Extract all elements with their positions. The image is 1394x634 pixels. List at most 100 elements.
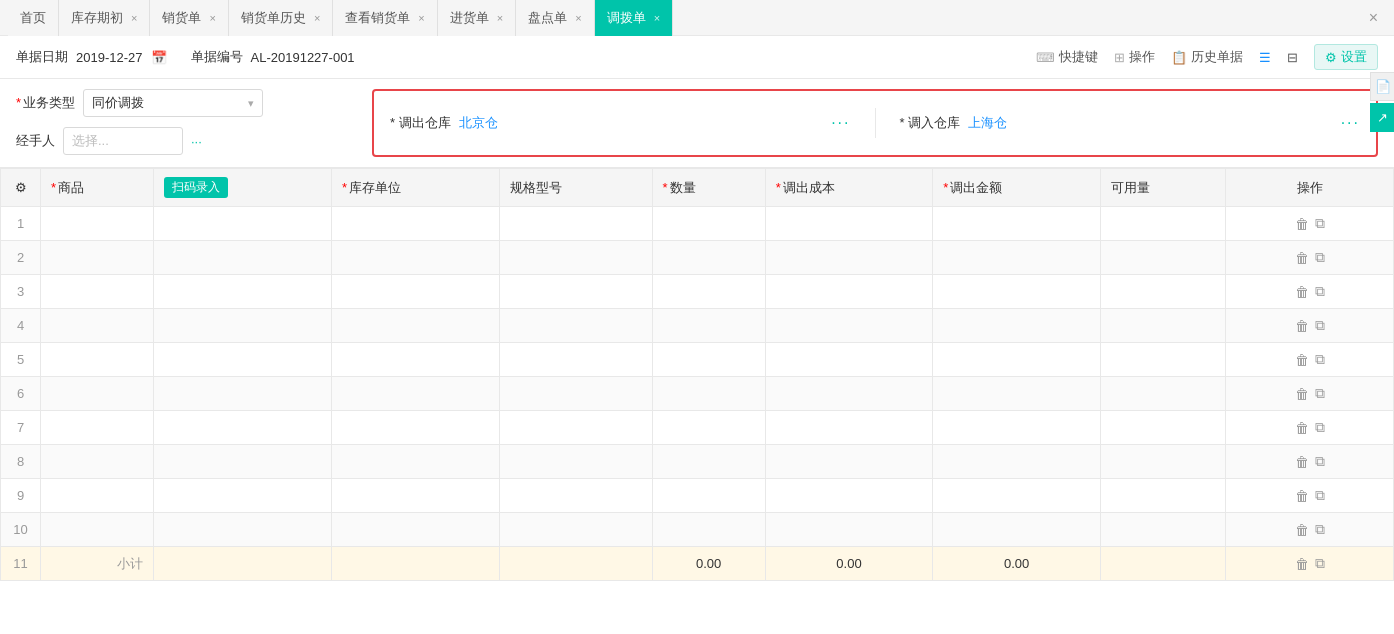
tab-purchase-order-close[interactable]: × (497, 12, 503, 24)
cell-scan-sub (154, 547, 332, 581)
out-warehouse-value[interactable]: 北京仓 (459, 114, 498, 132)
cell-action-2: 🗑 ⧉ (1226, 241, 1394, 275)
history-button[interactable]: 📋 历史单据 (1171, 48, 1243, 66)
delete-icon-10[interactable]: 🗑 (1295, 522, 1309, 538)
subtotal-label: 小计 (41, 547, 154, 581)
in-warehouse-more-icon[interactable]: ··· (1341, 114, 1360, 132)
cell-cost-4 (765, 309, 933, 343)
doc-date-label: 单据日期 (16, 48, 68, 66)
operations-button[interactable]: ⊞ 操作 (1114, 48, 1155, 66)
tab-bar: 首页 库存期初 × 销货单 × 销货单历史 × 查看销货单 × 进货单 × 盘点… (0, 0, 1394, 36)
row-num-9: 9 (1, 479, 41, 513)
delete-icon-7[interactable]: 🗑 (1295, 420, 1309, 436)
tab-transfer[interactable]: 调拨单 × (595, 0, 673, 36)
delete-icon-9[interactable]: 🗑 (1295, 488, 1309, 504)
delete-icon-3[interactable]: 🗑 (1295, 284, 1309, 300)
delete-icon-4[interactable]: 🗑 (1295, 318, 1309, 334)
cell-scan-2 (154, 241, 332, 275)
cell-spec-2 (499, 241, 652, 275)
copy-icon-sub[interactable]: ⧉ (1315, 555, 1325, 572)
delete-icon-1[interactable]: 🗑 (1295, 216, 1309, 232)
settings-button[interactable]: ⚙ 设置 (1314, 44, 1378, 70)
tab-view-sales[interactable]: 查看销货单 × (333, 0, 437, 36)
copy-icon-3[interactable]: ⧉ (1315, 283, 1325, 300)
in-warehouse-label: * 调入仓库 (900, 114, 961, 132)
cell-product-9[interactable] (41, 479, 154, 513)
cell-product-2[interactable] (41, 241, 154, 275)
tab-inventory-check-close[interactable]: × (575, 12, 581, 24)
cell-unit-6 (332, 377, 500, 411)
copy-icon-8[interactable]: ⧉ (1315, 453, 1325, 470)
col-gear[interactable]: ⚙ (1, 169, 41, 207)
in-warehouse-value[interactable]: 上海仓 (968, 114, 1007, 132)
warehouse-section: * 调出仓库 北京仓 ··· * 调入仓库 上海仓 ··· (372, 89, 1378, 157)
in-warehouse-field: * 调入仓库 上海仓 ··· (900, 114, 1361, 132)
copy-icon-5[interactable]: ⧉ (1315, 351, 1325, 368)
window-close-button[interactable]: × (1361, 9, 1386, 27)
delete-icon-6[interactable]: 🗑 (1295, 386, 1309, 402)
tab-inventory-check[interactable]: 盘点单 × (516, 0, 594, 36)
cell-available-3 (1100, 275, 1226, 309)
handler-input[interactable]: 选择... (63, 127, 183, 155)
doc-num-field: 单据编号 AL-20191227-001 (191, 48, 355, 66)
layout-toggle-1[interactable]: ☰ (1259, 50, 1271, 65)
tab-transfer-close[interactable]: × (654, 12, 660, 24)
cell-product-4[interactable] (41, 309, 154, 343)
tab-inventory-init-close[interactable]: × (131, 12, 137, 24)
cell-spec-1 (499, 207, 652, 241)
cell-product-10[interactable] (41, 513, 154, 547)
copy-icon-7[interactable]: ⧉ (1315, 419, 1325, 436)
scan-button[interactable]: 扫码录入 (164, 177, 228, 198)
tab-sales-order-close[interactable]: × (209, 12, 215, 24)
cell-scan-10 (154, 513, 332, 547)
cell-spec-7 (499, 411, 652, 445)
delete-icon-sub[interactable]: 🗑 (1295, 556, 1309, 572)
delete-icon-2[interactable]: 🗑 (1295, 250, 1309, 266)
layout-icon-2: ⊟ (1287, 50, 1298, 65)
cell-product-3[interactable] (41, 275, 154, 309)
copy-icon-6[interactable]: ⧉ (1315, 385, 1325, 402)
row-num-5: 5 (1, 343, 41, 377)
cell-spec-5 (499, 343, 652, 377)
copy-icon-2[interactable]: ⧉ (1315, 249, 1325, 266)
sidebar-doc-btn[interactable]: 📄 (1370, 72, 1394, 101)
cell-action-6: 🗑 ⧉ (1226, 377, 1394, 411)
cell-unit-5 (332, 343, 500, 377)
copy-icon-1[interactable]: ⧉ (1315, 215, 1325, 232)
handler-more-icon[interactable]: ··· (191, 134, 202, 149)
cell-cost-2 (765, 241, 933, 275)
warehouse-divider (875, 108, 876, 138)
delete-icon-5[interactable]: 🗑 (1295, 352, 1309, 368)
cell-qty-9 (652, 479, 765, 513)
cell-product-7[interactable] (41, 411, 154, 445)
table-container: ⚙ *商品 扫码录入 *库存单位 规格型号 *数量 *调出成本 *调出金额 可用… (0, 167, 1394, 634)
sidebar-expand-btn[interactable]: ↗ (1370, 103, 1394, 132)
cell-product-8[interactable] (41, 445, 154, 479)
tab-view-sales-close[interactable]: × (418, 12, 424, 24)
cell-product-5[interactable] (41, 343, 154, 377)
calendar-icon[interactable]: 📅 (151, 50, 167, 65)
tab-sales-order[interactable]: 销货单 × (150, 0, 228, 36)
cell-product-1[interactable] (41, 207, 154, 241)
copy-icon-10[interactable]: ⧉ (1315, 521, 1325, 538)
tab-inventory-init[interactable]: 库存期初 × (59, 0, 150, 36)
cell-scan-5 (154, 343, 332, 377)
tab-sales-history[interactable]: 销货单历史 × (229, 0, 333, 36)
biz-type-select[interactable]: 同价调拨 ▾ (83, 89, 263, 117)
chevron-down-icon: ▾ (248, 97, 254, 110)
cell-unit-9 (332, 479, 500, 513)
tab-sales-history-close[interactable]: × (314, 12, 320, 24)
layout-toggle-2[interactable]: ⊟ (1287, 50, 1298, 65)
tab-home[interactable]: 首页 (8, 0, 59, 36)
out-warehouse-more-icon[interactable]: ··· (831, 114, 850, 132)
tab-purchase-order[interactable]: 进货单 × (438, 0, 516, 36)
delete-icon-8[interactable]: 🗑 (1295, 454, 1309, 470)
gear-settings-icon: ⚙ (1325, 50, 1337, 65)
shortcuts-button[interactable]: ⌨ 快捷键 (1036, 48, 1098, 66)
copy-icon-4[interactable]: ⧉ (1315, 317, 1325, 334)
copy-icon-9[interactable]: ⧉ (1315, 487, 1325, 504)
doc-num-value: AL-20191227-001 (251, 50, 355, 65)
cell-product-6[interactable] (41, 377, 154, 411)
biz-type-value: 同价调拨 (92, 94, 144, 112)
cell-qty-1 (652, 207, 765, 241)
